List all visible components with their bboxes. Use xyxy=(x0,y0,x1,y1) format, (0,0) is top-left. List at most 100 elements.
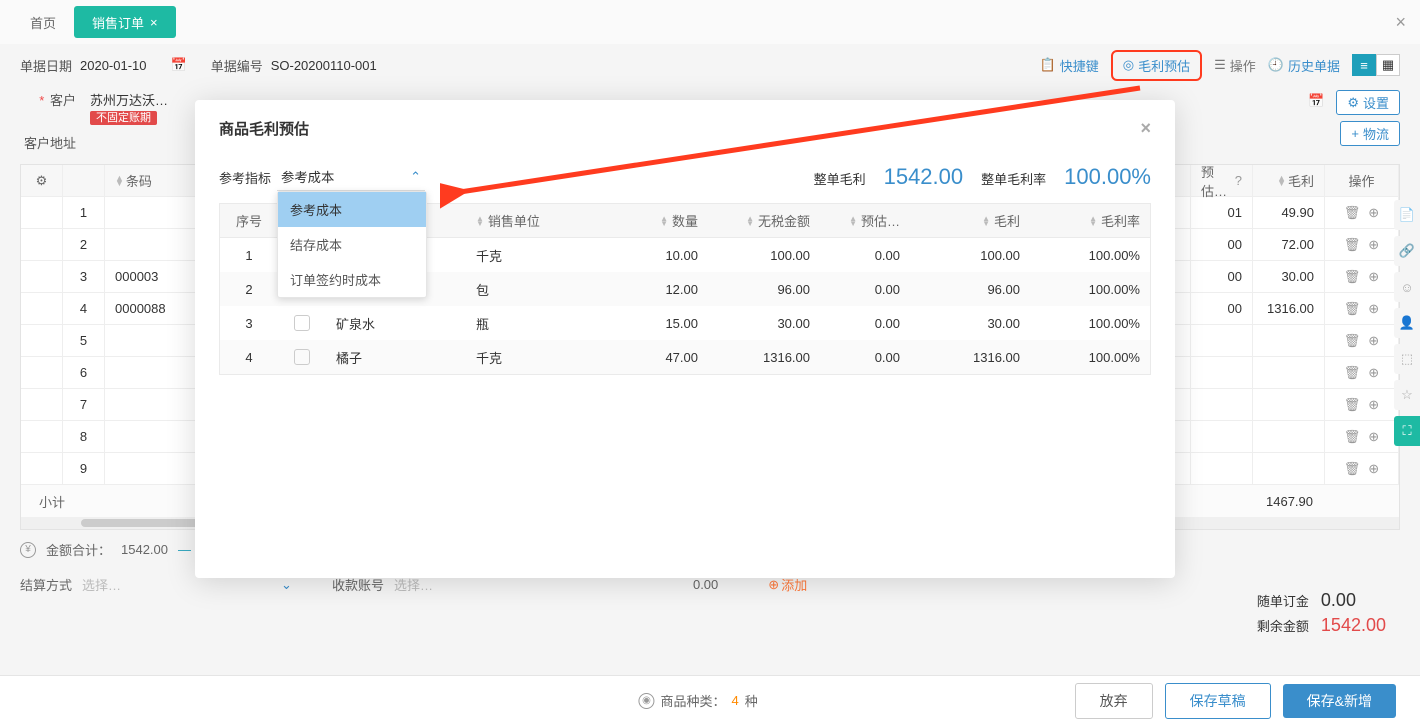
row-profit xyxy=(1253,453,1325,484)
customer-name[interactable]: 苏州万达沃… xyxy=(90,90,168,109)
checkbox[interactable] xyxy=(294,349,310,365)
filter-dropdown[interactable]: ⌃ 参考成本 结存成本 订单签约时成本 xyxy=(277,163,425,191)
filter-label: 参考指标 xyxy=(219,168,271,187)
delete-icon[interactable]: 🗑 xyxy=(1344,205,1361,221)
col-rate[interactable]: ▲▼毛利率 xyxy=(1030,204,1150,237)
method-select[interactable]: 选择… xyxy=(82,575,121,594)
help-icon[interactable]: ? xyxy=(1235,173,1242,188)
cell-unit: 包 xyxy=(466,272,596,306)
duplicate-icon[interactable]: ⊕ xyxy=(1368,461,1379,477)
rail-star-icon[interactable]: ☆ xyxy=(1394,380,1420,410)
tab-home[interactable]: 首页 xyxy=(12,6,74,38)
dropdown-option[interactable]: 订单签约时成本 xyxy=(278,262,426,297)
rail-link-icon[interactable]: 🔗 xyxy=(1394,236,1420,266)
delete-icon[interactable]: 🗑 xyxy=(1344,365,1361,381)
chevron-up-icon[interactable]: ⌃ xyxy=(410,169,421,185)
list-icon: ☰ xyxy=(1214,57,1226,73)
page-close-icon[interactable]: × xyxy=(1395,12,1406,33)
delete-icon[interactable]: 🗑 xyxy=(1344,333,1361,349)
cell-rate: 100.00% xyxy=(1030,272,1150,306)
payment-badge: 不固定账期 xyxy=(90,111,157,125)
duplicate-icon[interactable]: ⊕ xyxy=(1368,205,1379,221)
history-icon: 🕘 xyxy=(1268,57,1284,73)
row-est xyxy=(1191,453,1253,484)
delete-icon[interactable]: 🗑 xyxy=(1344,301,1361,317)
filter-totals: 整单毛利 1542.00 整单毛利率 100.00% xyxy=(814,164,1151,190)
settlement-amount: 0.00 xyxy=(693,577,718,592)
chevron-down-icon[interactable]: ⌄ xyxy=(281,577,292,593)
col-amt[interactable]: ▲▼无税金额 xyxy=(708,204,820,237)
duplicate-icon[interactable]: ⊕ xyxy=(1368,365,1379,381)
address-label: 客户地址 xyxy=(24,136,76,151)
date-value[interactable]: 2020-01-10 xyxy=(80,58,147,73)
duplicate-icon[interactable]: ⊕ xyxy=(1368,333,1379,349)
duplicate-icon[interactable]: ⊕ xyxy=(1368,429,1379,445)
cell-amt: 1316.00 xyxy=(708,340,820,374)
row-seq: 7 xyxy=(63,389,105,420)
row-est xyxy=(1191,421,1253,452)
top-tabs: 首页 销售订单 × × xyxy=(0,0,1420,44)
row-est xyxy=(1191,389,1253,420)
close-icon[interactable]: × xyxy=(1140,118,1151,139)
col-est[interactable]: 预估… ? xyxy=(1191,165,1253,196)
rail-doc-icon[interactable]: 📄 xyxy=(1394,200,1420,230)
filter-row: 参考指标 ⌃ 参考成本 结存成本 订单签约时成本 整单毛利 1542.00 整单… xyxy=(219,163,1151,191)
delete-icon[interactable]: 🗑 xyxy=(1344,397,1361,413)
col-op: 操作 xyxy=(1325,165,1399,196)
gear-col-icon[interactable]: ⚙ xyxy=(21,165,63,196)
delete-icon[interactable]: 🗑 xyxy=(1344,429,1361,445)
view-list-icon[interactable]: ≡ xyxy=(1352,54,1376,76)
col-unit[interactable]: ▲▼销售单位 xyxy=(466,204,596,237)
cell-rate: 100.00% xyxy=(1030,238,1150,272)
calendar-icon[interactable]: 📅 xyxy=(1308,93,1328,113)
rail-person-icon[interactable]: 👤 xyxy=(1394,308,1420,338)
delete-icon[interactable]: 🗑 xyxy=(1344,237,1361,253)
history-link[interactable]: 🕘 历史单据 xyxy=(1268,56,1340,75)
profit-est-link[interactable]: ◎ 毛利预估 xyxy=(1123,56,1190,75)
duplicate-icon[interactable]: ⊕ xyxy=(1368,269,1379,285)
col-qty[interactable]: ▲▼数量 xyxy=(596,204,708,237)
cell-amt: 96.00 xyxy=(708,272,820,306)
cell-rate: 100.00% xyxy=(1030,340,1150,374)
save-new-button[interactable]: 保存&新增 xyxy=(1283,684,1396,718)
cell-unit: 千克 xyxy=(466,340,596,374)
cell-seq: 1 xyxy=(220,238,278,272)
sort-icon: ▲▼ xyxy=(1277,176,1286,186)
operate-link[interactable]: ☰ 操作 xyxy=(1214,56,1256,75)
dropdown-option[interactable]: 参考成本 xyxy=(278,192,426,227)
col-est[interactable]: ▲▼预估… xyxy=(820,204,910,237)
cell-est: 0.00 xyxy=(820,340,910,374)
docno-label: 单据编号 xyxy=(211,56,263,75)
cell-unit: 瓶 xyxy=(466,306,596,340)
target-icon: ◎ xyxy=(1123,57,1134,73)
right-totals: 随单订金 0.00 剩余金额 1542.00 xyxy=(1257,590,1386,636)
delete-icon[interactable]: 🗑 xyxy=(1344,269,1361,285)
rail-cube-icon[interactable]: ⬚ xyxy=(1394,344,1420,374)
settings-button[interactable]: ⚙ 设置 xyxy=(1336,90,1400,115)
checkbox[interactable] xyxy=(294,315,310,331)
filter-input[interactable] xyxy=(277,163,425,191)
duplicate-icon[interactable]: ⊕ xyxy=(1368,301,1379,317)
col-profit[interactable]: ▲▼ 毛利 xyxy=(1253,165,1325,196)
calendar-icon[interactable]: 📅 xyxy=(171,57,187,73)
gear-icon: ⚙ xyxy=(1347,95,1359,111)
rail-smile-icon[interactable]: ☺ xyxy=(1394,272,1420,302)
total-profit-value: 1542.00 xyxy=(884,164,964,190)
save-draft-button[interactable]: 保存草稿 xyxy=(1165,683,1271,719)
keyboard-icon: 📋 xyxy=(1040,57,1056,73)
view-grid-icon[interactable]: ▦ xyxy=(1376,54,1400,76)
col-profit[interactable]: ▲▼毛利 xyxy=(910,204,1030,237)
tab-label: 销售订单 xyxy=(92,13,144,32)
tab-sales-order[interactable]: 销售订单 × xyxy=(74,6,176,38)
toolbar-right: 📋 快捷键 ◎ 毛利预估 ☰ 操作 🕘 历史单据 ≡ ▦ xyxy=(1040,50,1400,81)
dropdown-option[interactable]: 结存成本 xyxy=(278,227,426,262)
duplicate-icon[interactable]: ⊕ xyxy=(1368,397,1379,413)
sum-icon: ¥ xyxy=(20,542,36,558)
customer-label: 客户 xyxy=(50,93,76,108)
rail-expand-icon[interactable]: ⛶ xyxy=(1394,416,1420,446)
duplicate-icon[interactable]: ⊕ xyxy=(1368,237,1379,253)
close-icon[interactable]: × xyxy=(150,15,158,30)
discard-button[interactable]: 放弃 xyxy=(1075,683,1153,719)
shortcut-link[interactable]: 📋 快捷键 xyxy=(1040,56,1099,75)
delete-icon[interactable]: 🗑 xyxy=(1344,461,1361,477)
